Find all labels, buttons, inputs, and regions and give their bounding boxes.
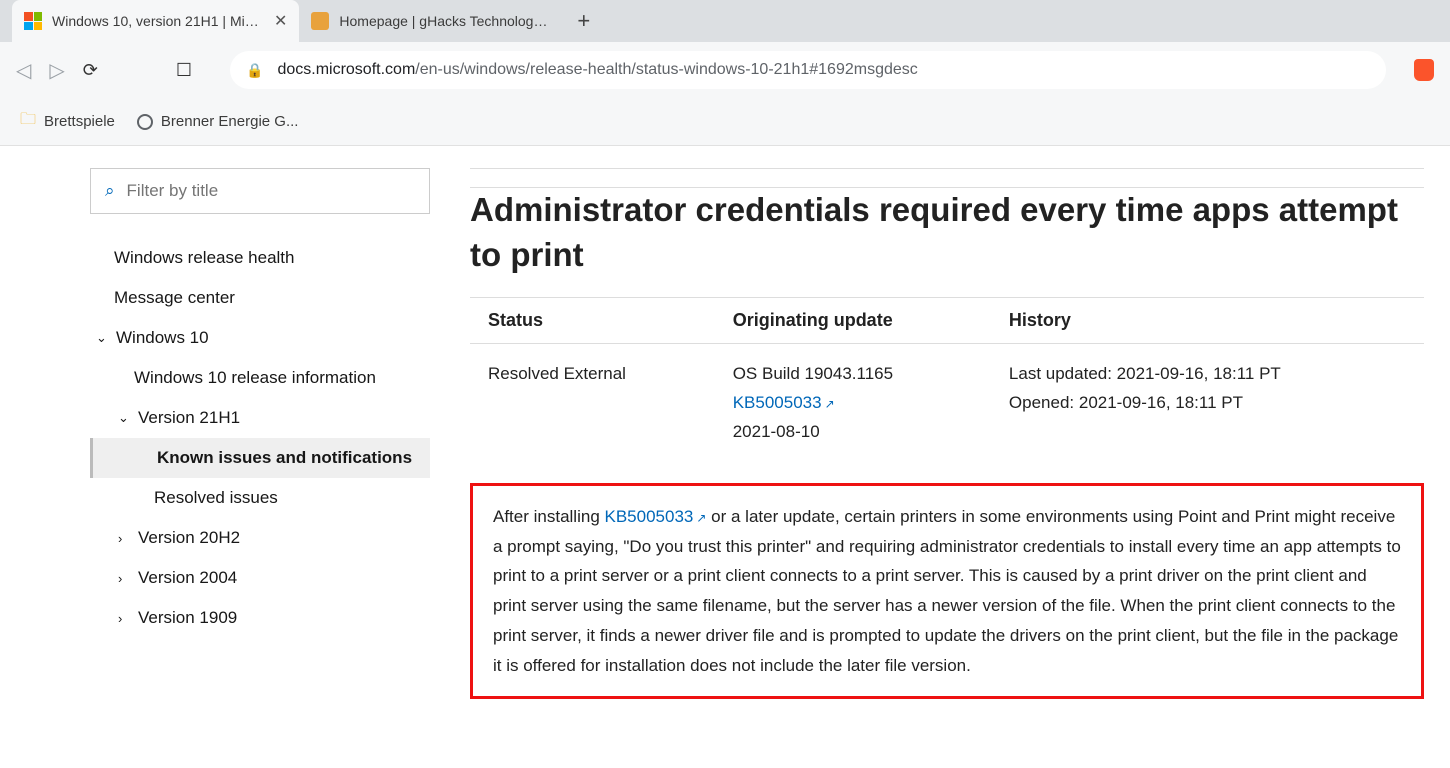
bookmark-link[interactable]: Brenner Energie G...	[137, 113, 299, 130]
tab-title: Homepage | gHacks Technology News	[339, 13, 549, 29]
bookmark-label: Brenner Energie G...	[161, 113, 299, 130]
forward-button[interactable]: ▷	[49, 58, 64, 83]
browser-tab-active[interactable]: Windows 10, version 21H1 | Micros ✕	[12, 0, 299, 42]
url-host: docs.microsoft.com	[277, 61, 415, 79]
sidebar-item-release-health[interactable]: Windows release health	[90, 238, 430, 278]
sidebar-item-version-1909[interactable]: ›Version 1909	[90, 598, 430, 638]
reload-button[interactable]: ⟳	[83, 60, 98, 81]
tab-title: Windows 10, version 21H1 | Micros	[52, 13, 262, 29]
kb-link-inline[interactable]: KB5005033↗	[605, 507, 707, 526]
browser-tab[interactable]: Homepage | gHacks Technology News	[299, 0, 561, 42]
external-link-icon: ↗	[696, 511, 706, 525]
chevron-down-icon: ⌄	[118, 410, 132, 426]
article-title: Administrator credentials required every…	[470, 187, 1424, 297]
sidebar-item-windows-10[interactable]: ⌄Windows 10	[90, 318, 430, 358]
new-tab-button[interactable]: +	[577, 8, 590, 34]
ghacks-icon	[311, 12, 329, 30]
url-path: /en-us/windows/release-health/status-win…	[415, 61, 918, 79]
table-row: Resolved External OS Build 19043.1165 KB…	[470, 344, 1424, 471]
bookmark-folder[interactable]: 🗀 Brettspiele	[20, 108, 115, 135]
kb-link[interactable]: KB5005033↗	[733, 393, 835, 412]
status-cell: Resolved External	[470, 344, 715, 471]
col-history: History	[991, 298, 1424, 344]
filter-input[interactable]	[127, 181, 415, 201]
filter-icon: ⌕	[105, 181, 115, 201]
sidebar-item-known-issues[interactable]: Known issues and notifications	[90, 438, 430, 478]
update-cell: OS Build 19043.1165 KB5005033↗ 2021-08-1…	[715, 344, 991, 471]
chevron-down-icon: ⌄	[96, 330, 110, 346]
status-table: Status Originating update History Resolv…	[470, 297, 1424, 471]
sidebar-item-version-20h2[interactable]: ›Version 20H2	[90, 518, 430, 558]
col-status: Status	[470, 298, 715, 344]
history-cell: Last updated: 2021-09-16, 18:11 PT Opene…	[991, 344, 1424, 471]
tab-strip: Windows 10, version 21H1 | Micros ✕ Home…	[0, 0, 1450, 42]
external-link-icon: ↗	[825, 397, 835, 411]
globe-icon	[137, 114, 153, 130]
bookmark-button[interactable]: ☐	[176, 60, 192, 81]
address-bar[interactable]: 🔒 docs.microsoft.com/en-us/windows/relea…	[230, 51, 1386, 89]
brave-shield-icon[interactable]	[1414, 59, 1434, 81]
filter-box[interactable]: ⌕	[90, 168, 430, 214]
bookmark-label: Brettspiele	[44, 113, 115, 130]
lock-icon: 🔒	[246, 62, 263, 79]
chevron-right-icon: ›	[118, 571, 132, 586]
bookmarks-bar: 🗀 Brettspiele Brenner Energie G...	[0, 98, 1450, 146]
main-content: Administrator credentials required every…	[450, 168, 1450, 699]
col-update: Originating update	[715, 298, 991, 344]
folder-icon: 🗀	[20, 108, 36, 135]
article-body-highlight: After installing KB5005033↗ or a later u…	[470, 483, 1424, 700]
sidebar-item-version-2004[interactable]: ›Version 2004	[90, 558, 430, 598]
sidebar-item-version-21h1[interactable]: ⌄Version 21H1	[90, 398, 430, 438]
close-icon[interactable]: ✕	[274, 11, 287, 31]
sidebar-item-win10-release-info[interactable]: Windows 10 release information	[90, 358, 430, 398]
back-button[interactable]: ◁	[16, 58, 31, 83]
browser-toolbar: ◁ ▷ ⟳ ☐ 🔒 docs.microsoft.com/en-us/windo…	[0, 42, 1450, 98]
chevron-right-icon: ›	[118, 611, 132, 626]
windows-icon	[24, 12, 42, 30]
sidebar: ⌕ Windows release health Message center …	[0, 168, 450, 699]
page-content: ⌕ Windows release health Message center …	[0, 146, 1450, 699]
sidebar-item-message-center[interactable]: Message center	[90, 278, 430, 318]
chevron-right-icon: ›	[118, 531, 132, 546]
sidebar-item-resolved-issues[interactable]: Resolved issues	[90, 478, 430, 518]
